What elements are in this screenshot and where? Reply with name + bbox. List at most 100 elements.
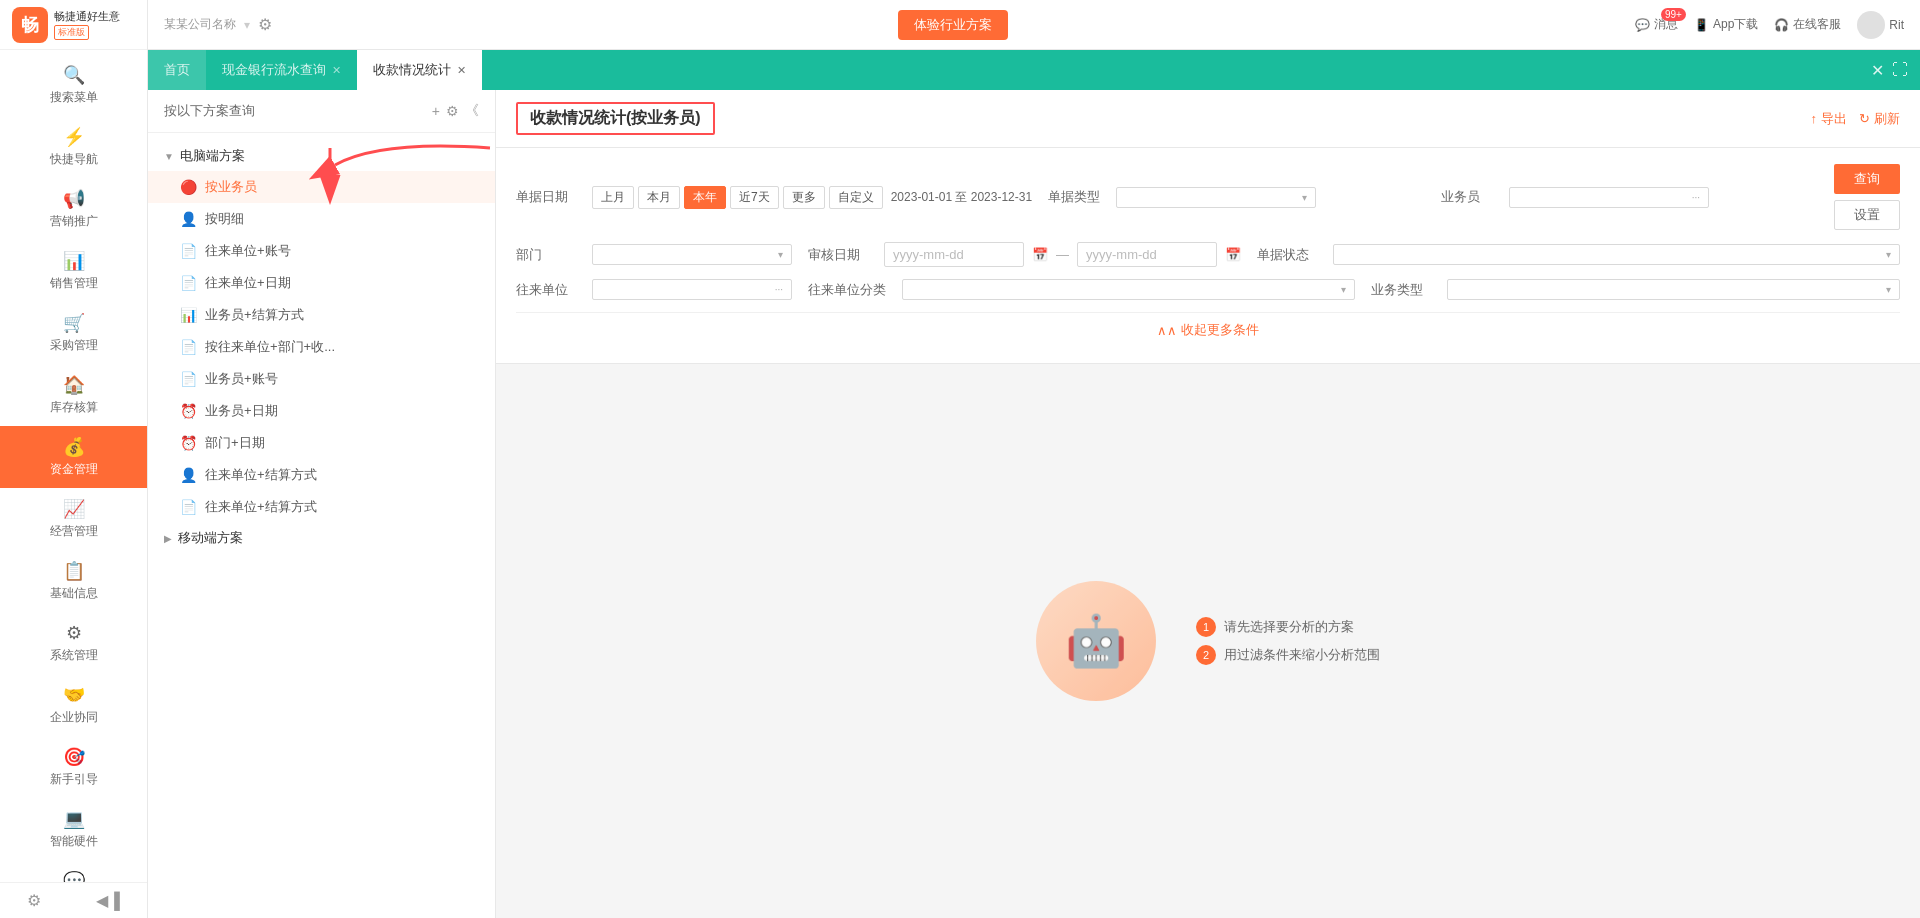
detail-icon: 👤 [180, 211, 197, 227]
tab-cashflow[interactable]: 现金银行流水查询 ✕ [206, 50, 357, 90]
partner-category-dropdown: ▾ [1341, 284, 1346, 295]
sidebar-item-system[interactable]: ⚙ 系统管理 [0, 612, 147, 674]
sidebar-item-inventory[interactable]: 🏠 库存核算 [0, 364, 147, 426]
dept-select[interactable]: ▾ [592, 244, 792, 265]
collapse-bar[interactable]: ∧∧ 收起更多条件 [516, 312, 1900, 347]
sidebar-item-label: 搜索菜单 [50, 89, 98, 106]
online-service-btn[interactable]: 🎧 在线客服 [1774, 16, 1841, 33]
sales-icon: 📊 [63, 250, 85, 272]
sidebar-item-purchase[interactable]: 🛒 采购管理 [0, 302, 147, 364]
close-window-icon[interactable]: ✕ [1871, 61, 1884, 80]
export-btn[interactable]: ↑ 导出 [1811, 110, 1848, 128]
sidebar-item-label: 快捷导航 [50, 151, 98, 168]
tree-item-salesperson-settle[interactable]: 📊 业务员+结算方式 [148, 299, 495, 331]
tree-group-label: 移动端方案 [178, 529, 243, 547]
sidebar-item-wechat[interactable]: 💬 企业微信 [0, 860, 147, 882]
tree-group-desktop-header[interactable]: ▼ 电脑端方案 [148, 141, 495, 171]
tree-item-salesperson-account[interactable]: 📄 业务员+账号 [148, 363, 495, 395]
tree-item-unit-settle1[interactable]: 👤 往来单位+结算方式 [148, 459, 495, 491]
date-btn-more[interactable]: 更多 [783, 186, 825, 209]
audit-from-calendar-icon[interactable]: 📅 [1032, 247, 1048, 262]
left-panel-title: 按以下方案查询 [164, 102, 255, 120]
audit-to-calendar-icon[interactable]: 📅 [1225, 247, 1241, 262]
sidebar-item-sales[interactable]: 📊 销售管理 [0, 240, 147, 302]
sidebar-item-operations[interactable]: 📈 经营管理 [0, 488, 147, 550]
query-btn[interactable]: 查询 [1834, 164, 1900, 194]
sidebar-item-label: 销售管理 [50, 275, 98, 292]
collapse-panel-icon[interactable]: 《 [465, 102, 479, 120]
topbar-breadcrumb: 某某公司名称 [164, 16, 236, 33]
tab-home[interactable]: 首页 [148, 50, 206, 90]
sidebar-item-label: 企业协同 [50, 709, 98, 726]
sidebar-item-shortcut[interactable]: ⚡ 快捷导航 [0, 116, 147, 178]
sidebar-item-enterprise[interactable]: 🤝 企业协同 [0, 674, 147, 736]
sidebar-item-basic[interactable]: 📋 基础信息 [0, 550, 147, 612]
date-filter: 上月 本月 本年 近7天 更多 自定义 2023-01-01 至 2023-12… [592, 186, 1032, 209]
tree-group-mobile-header[interactable]: ▶ 移动端方案 [148, 523, 495, 553]
doc-type-select[interactable]: ▾ [1116, 187, 1316, 208]
audit-date-to[interactable]: yyyy-mm-dd [1077, 242, 1217, 267]
tree-item-unit-settle2[interactable]: 📄 往来单位+结算方式 [148, 491, 495, 523]
logo-icon: 畅 [12, 7, 48, 43]
partner-label: 往来单位 [516, 281, 576, 299]
empty-tip-2: 2 用过滤条件来缩小分析范围 [1196, 645, 1380, 665]
topbar-settings-icon[interactable]: ⚙ [258, 15, 272, 34]
tree-item-unit-account[interactable]: 📄 往来单位+账号 [148, 235, 495, 267]
tree-item-unit-date[interactable]: 📄 往来单位+日期 [148, 267, 495, 299]
biz-type-select[interactable]: ▾ [1447, 279, 1900, 300]
add-scheme-btn[interactable]: + [432, 103, 440, 119]
refresh-btn[interactable]: ↻ 刷新 [1859, 110, 1900, 128]
audit-date-from[interactable]: yyyy-mm-dd [884, 242, 1024, 267]
left-panel-content: ▼ 电脑端方案 🔴 按业务员 👤 按明细 📄 往来单位+账号 [148, 133, 495, 918]
sidebar-item-hardware[interactable]: 💻 智能硬件 [0, 798, 147, 860]
empty-illustration: 🤖 [1036, 581, 1156, 701]
tab-receipt[interactable]: 收款情况统计 ✕ [357, 50, 482, 90]
tab-cashflow-close[interactable]: ✕ [332, 64, 341, 77]
user-menu-btn[interactable]: Rit [1857, 11, 1904, 39]
tree-item-label: 业务员+结算方式 [205, 306, 304, 324]
topbar-left: 某某公司名称 ▾ ⚙ [164, 15, 272, 34]
sidebar-item-label: 采购管理 [50, 337, 98, 354]
sidebar-collapse-btn[interactable]: ◀▐ [96, 891, 119, 910]
date-btn-this-year[interactable]: 本年 [684, 186, 726, 209]
tree-item-dept-date[interactable]: ⏰ 部门+日期 [148, 427, 495, 459]
trial-btn[interactable]: 体验行业方案 [898, 10, 1008, 40]
tree-item-label: 往来单位+结算方式 [205, 498, 317, 516]
settings-btn[interactable]: 设置 [1834, 200, 1900, 230]
tree-item-unit-dept-recv[interactable]: 📄 按往来单位+部门+收... [148, 331, 495, 363]
filter-area: 单据日期 上月 本月 本年 近7天 更多 自定义 2023-01-01 至 20… [496, 148, 1920, 364]
maximize-icon[interactable]: ⛶ [1892, 61, 1908, 79]
scheme-settings-icon[interactable]: ⚙ [446, 103, 459, 119]
doc-status-select[interactable]: ▾ [1333, 244, 1900, 265]
tab-receipt-close[interactable]: ✕ [457, 64, 466, 77]
sidebar-item-search[interactable]: 🔍 搜索菜单 [0, 54, 147, 116]
user-name: Rit [1889, 18, 1904, 32]
messages-btn[interactable]: 💬 消息 99+ [1635, 16, 1678, 33]
tree-item-label: 往来单位+账号 [205, 242, 291, 260]
topbar-dropdown-icon[interactable]: ▾ [244, 18, 250, 32]
sp-date-icon: ⏰ [180, 403, 197, 419]
tree-item-by-detail[interactable]: 👤 按明细 [148, 203, 495, 235]
partner-category-select[interactable]: ▾ [902, 279, 1355, 300]
sidebar-item-marketing[interactable]: 📢 营销推广 [0, 178, 147, 240]
date-btn-this-month[interactable]: 本月 [638, 186, 680, 209]
tip-text-1: 请先选择要分析的方案 [1224, 618, 1354, 636]
user-avatar [1857, 11, 1885, 39]
unit-settle2-icon: 📄 [180, 499, 197, 515]
date-btn-7days[interactable]: 近7天 [730, 186, 779, 209]
sidebar-item-guide[interactable]: 🎯 新手引导 [0, 736, 147, 798]
sidebar-item-finance[interactable]: 💰 资金管理 [0, 426, 147, 488]
sidebar: 畅 畅捷通好生意 标准版 🔍 搜索菜单 ⚡ 快捷导航 📢 营销推广 📊 销售管理… [0, 0, 148, 918]
left-panel-header: 按以下方案查询 + ⚙ 《 [148, 90, 495, 133]
sidebar-settings-btn[interactable]: ⚙ [27, 891, 41, 910]
tree-item-salesperson-date[interactable]: ⏰ 业务员+日期 [148, 395, 495, 427]
salesperson-select[interactable]: ··· [1509, 187, 1709, 208]
partner-select[interactable]: ··· [592, 279, 792, 300]
tree-item-by-salesperson[interactable]: 🔴 按业务员 [148, 171, 495, 203]
operations-icon: 📈 [63, 498, 85, 520]
app-download-btn[interactable]: 📱 App下载 [1694, 16, 1758, 33]
doc-status-dropdown-icon: ▾ [1886, 249, 1891, 260]
right-panel: 收款情况统计(按业务员) ↑ 导出 ↻ 刷新 单据日期 [496, 90, 1920, 918]
date-btn-custom[interactable]: 自定义 [829, 186, 883, 209]
date-btn-last-month[interactable]: 上月 [592, 186, 634, 209]
